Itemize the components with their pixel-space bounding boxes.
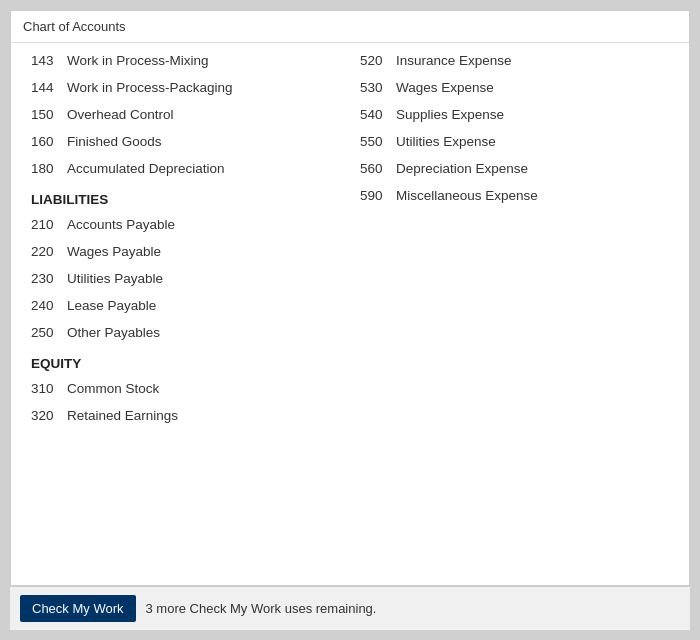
account-name: Wages Payable <box>67 244 161 259</box>
account-item: 310Common Stock <box>31 381 340 396</box>
account-name: Lease Payable <box>67 298 156 313</box>
account-name: Utilities Payable <box>67 271 163 286</box>
account-item: 590Miscellaneous Expense <box>360 188 669 203</box>
left-column: 143Work in Process-Mixing144Work in Proc… <box>31 53 360 575</box>
account-item: 520Insurance Expense <box>360 53 669 68</box>
account-number: 590 <box>360 188 396 203</box>
expense-list: 520Insurance Expense530Wages Expense540S… <box>360 53 669 203</box>
account-number: 310 <box>31 381 67 396</box>
account-number: 240 <box>31 298 67 313</box>
account-name: Work in Process-Packaging <box>67 80 233 95</box>
account-name: Overhead Control <box>67 107 174 122</box>
account-number: 180 <box>31 161 67 176</box>
account-number: 220 <box>31 244 67 259</box>
account-item: 540Supplies Expense <box>360 107 669 122</box>
account-name: Utilities Expense <box>396 134 496 149</box>
account-number: 540 <box>360 107 396 122</box>
account-number: 520 <box>360 53 396 68</box>
check-my-work-button[interactable]: Check My Work <box>20 595 136 622</box>
account-number: 560 <box>360 161 396 176</box>
footer-remaining-text: 3 more Check My Work uses remaining. <box>146 601 377 616</box>
account-item: 144Work in Process-Packaging <box>31 80 340 95</box>
account-name: Finished Goods <box>67 134 162 149</box>
account-item: 230Utilities Payable <box>31 271 340 286</box>
chart-of-accounts-panel: Chart of Accounts 143Work in Process-Mix… <box>10 10 690 586</box>
account-item: 150Overhead Control <box>31 107 340 122</box>
account-number: 230 <box>31 271 67 286</box>
account-name: Accumulated Depreciation <box>67 161 225 176</box>
account-number: 210 <box>31 217 67 232</box>
account-item: 210Accounts Payable <box>31 217 340 232</box>
account-item: 250Other Payables <box>31 325 340 340</box>
account-name: Miscellaneous Expense <box>396 188 538 203</box>
section-heading: LIABILITIES <box>31 192 340 207</box>
account-number: 550 <box>360 134 396 149</box>
account-number: 320 <box>31 408 67 423</box>
account-name: Work in Process-Mixing <box>67 53 209 68</box>
accounts-body: 143Work in Process-Mixing144Work in Proc… <box>11 43 689 585</box>
account-name: Supplies Expense <box>396 107 504 122</box>
right-column: 520Insurance Expense530Wages Expense540S… <box>360 53 669 575</box>
account-number: 144 <box>31 80 67 95</box>
account-name: Insurance Expense <box>396 53 512 68</box>
equity-section: EQUITY310Common Stock320Retained Earning… <box>31 356 340 423</box>
account-name: Wages Expense <box>396 80 494 95</box>
account-item: 180Accumulated Depreciation <box>31 161 340 176</box>
footer-bar: Check My Work 3 more Check My Work uses … <box>10 586 690 630</box>
section-heading: EQUITY <box>31 356 340 371</box>
account-item: 530Wages Expense <box>360 80 669 95</box>
account-number: 150 <box>31 107 67 122</box>
account-item: 160Finished Goods <box>31 134 340 149</box>
account-name: Other Payables <box>67 325 160 340</box>
account-name: Retained Earnings <box>67 408 178 423</box>
account-name: Accounts Payable <box>67 217 175 232</box>
account-item: 240Lease Payable <box>31 298 340 313</box>
account-number: 250 <box>31 325 67 340</box>
panel-title: Chart of Accounts <box>11 11 689 43</box>
account-item: 560Depreciation Expense <box>360 161 669 176</box>
account-name: Common Stock <box>67 381 159 396</box>
account-number: 530 <box>360 80 396 95</box>
account-name: Depreciation Expense <box>396 161 528 176</box>
account-item: 320Retained Earnings <box>31 408 340 423</box>
assets-list: 143Work in Process-Mixing144Work in Proc… <box>31 53 340 176</box>
account-number: 143 <box>31 53 67 68</box>
account-item: 143Work in Process-Mixing <box>31 53 340 68</box>
liabilities-section: LIABILITIES210Accounts Payable220Wages P… <box>31 192 340 340</box>
account-item: 220Wages Payable <box>31 244 340 259</box>
account-item: 550Utilities Expense <box>360 134 669 149</box>
account-number: 160 <box>31 134 67 149</box>
